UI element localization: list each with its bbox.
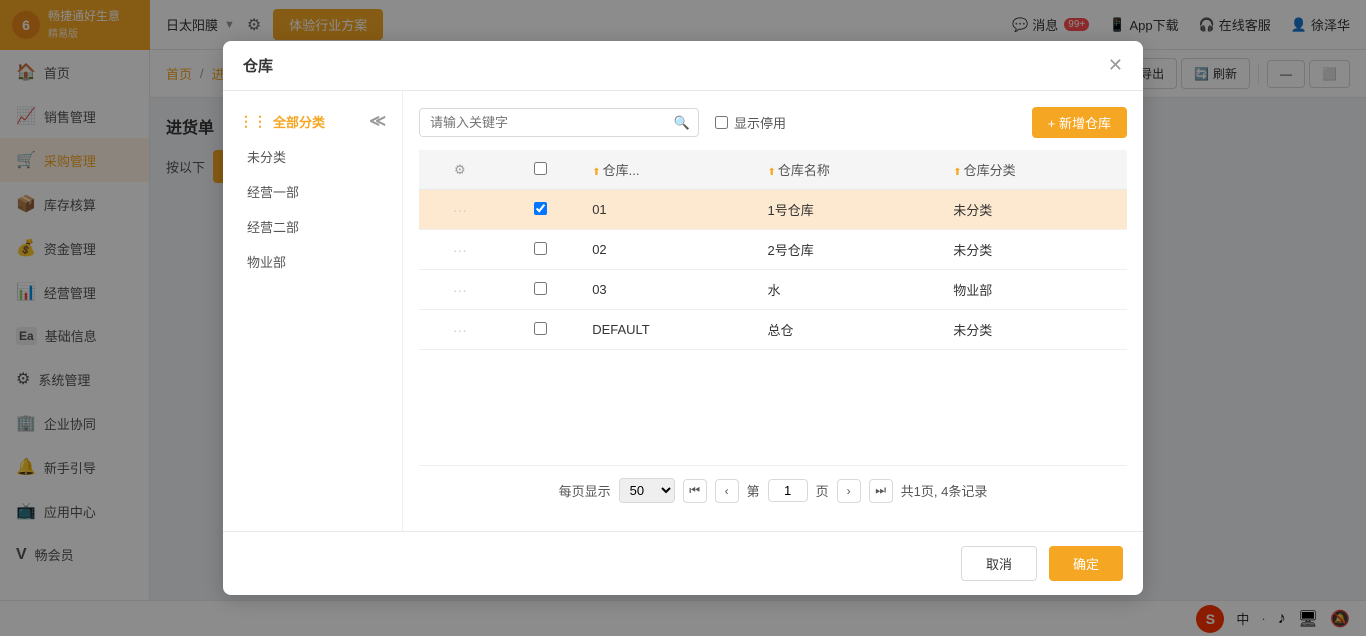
total-text: 共1页, 4条记录 — [901, 481, 988, 500]
per-page-select-wrap: 50 100 200 — [619, 478, 675, 503]
confirm-btn[interactable]: 确定 — [1049, 546, 1123, 581]
new-warehouse-btn[interactable]: + 新增仓库 — [1032, 107, 1127, 138]
first-page-btn[interactable]: ⏮ — [683, 479, 707, 503]
last-page-btn[interactable]: ⏭ — [869, 479, 893, 503]
row-gear-2: ··· — [419, 270, 501, 310]
all-category-btn[interactable]: ⋮⋮ 全部分类 ≪ — [223, 103, 402, 139]
col-code: ⬆仓库... — [580, 150, 755, 190]
row-name-0: 1号仓库 — [756, 190, 942, 230]
page-unit: 页 — [816, 481, 829, 500]
search-icon[interactable]: 🔍 — [666, 115, 698, 131]
col-settings: ⚙ — [419, 150, 501, 190]
search-row: 🔍 显示停用 + 新增仓库 — [419, 107, 1127, 138]
cat-item-dept1[interactable]: 经营一部 — [223, 174, 402, 209]
row-category-2: 物业部 — [941, 270, 1127, 310]
cat-item-dept2[interactable]: 经营二部 — [223, 209, 402, 244]
dialog-body: ⋮⋮ 全部分类 ≪ 未分类 经营一部 经营二部 物业部 🔍 显示停用 — [223, 91, 1143, 531]
show-disabled-checkbox[interactable] — [715, 116, 728, 129]
table-row[interactable]: ··· 01 1号仓库 未分类 — [419, 190, 1127, 230]
row-code-1: 02 — [580, 230, 755, 270]
row-cb-1[interactable] — [501, 230, 581, 270]
row-gear-1: ··· — [419, 230, 501, 270]
show-disabled-label: 显示停用 — [715, 113, 786, 132]
select-all-checkbox[interactable] — [534, 162, 547, 175]
sort-icon-name: ⬆ — [768, 167, 776, 178]
table-row[interactable]: ··· DEFAULT 总仓 未分类 — [419, 310, 1127, 350]
row-code-3: DEFAULT — [580, 310, 755, 350]
dialog-title: 仓库 — [243, 55, 273, 76]
dialog-footer: 取消 确定 — [223, 531, 1143, 595]
grid-icon: ⋮⋮ — [239, 113, 267, 130]
table-row[interactable]: ··· 02 2号仓库 未分类 — [419, 230, 1127, 270]
dialog-main-content: 🔍 显示停用 + 新增仓库 ⚙ ⬆仓库... ⬆仓库名称 — [403, 91, 1143, 531]
page-label: 第 — [747, 481, 760, 500]
pagination: 每页显示 50 100 200 ⏮ ‹ 第 页 › ⏭ 共1页, 4条记录 — [419, 465, 1127, 515]
sort-icon-cat: ⬆ — [953, 167, 961, 178]
row-gear-3: ··· — [419, 310, 501, 350]
row-name-2: 水 — [756, 270, 942, 310]
row-cb-0[interactable] — [501, 190, 581, 230]
col-category: ⬆仓库分类 — [941, 150, 1127, 190]
row-code-0: 01 — [580, 190, 755, 230]
category-sidebar: ⋮⋮ 全部分类 ≪ 未分类 经营一部 经营二部 物业部 — [223, 91, 403, 531]
cat-item-uncategorized[interactable]: 未分类 — [223, 139, 402, 174]
search-input[interactable] — [420, 109, 666, 136]
page-input[interactable] — [768, 479, 808, 502]
col-name: ⬆仓库名称 — [756, 150, 942, 190]
dialog-close-btn[interactable]: ✕ — [1108, 55, 1123, 76]
col-checkbox — [501, 150, 581, 190]
row-name-1: 2号仓库 — [756, 230, 942, 270]
row-name-3: 总仓 — [756, 310, 942, 350]
search-box: 🔍 — [419, 108, 699, 137]
per-page-select[interactable]: 50 100 200 — [619, 478, 675, 503]
row-category-3: 未分类 — [941, 310, 1127, 350]
next-page-btn[interactable]: › — [837, 479, 861, 503]
cancel-btn[interactable]: 取消 — [961, 546, 1037, 581]
row-code-2: 03 — [580, 270, 755, 310]
collapse-icon[interactable]: ≪ — [369, 111, 386, 131]
row-cb-3[interactable] — [501, 310, 581, 350]
per-page-label: 每页显示 — [559, 481, 611, 500]
gear-icon: ⚙ — [454, 162, 466, 177]
row-cb-2[interactable] — [501, 270, 581, 310]
dialog-header: 仓库 ✕ — [223, 41, 1143, 91]
row-category-0: 未分类 — [941, 190, 1127, 230]
prev-page-btn[interactable]: ‹ — [715, 479, 739, 503]
cat-item-property[interactable]: 物业部 — [223, 244, 402, 279]
table-row[interactable]: ··· 03 水 物业部 — [419, 270, 1127, 310]
warehouse-table: ⚙ ⬆仓库... ⬆仓库名称 ⬆仓库分类 ··· 01 1号仓库 未分类 ···… — [419, 150, 1127, 457]
row-gear-0: ··· — [419, 190, 501, 230]
warehouse-dialog: 仓库 ✕ ⋮⋮ 全部分类 ≪ 未分类 经营一部 经营二部 物业部 🔍 — [223, 41, 1143, 595]
sort-icon-code: ⬆ — [592, 167, 600, 178]
row-category-1: 未分类 — [941, 230, 1127, 270]
